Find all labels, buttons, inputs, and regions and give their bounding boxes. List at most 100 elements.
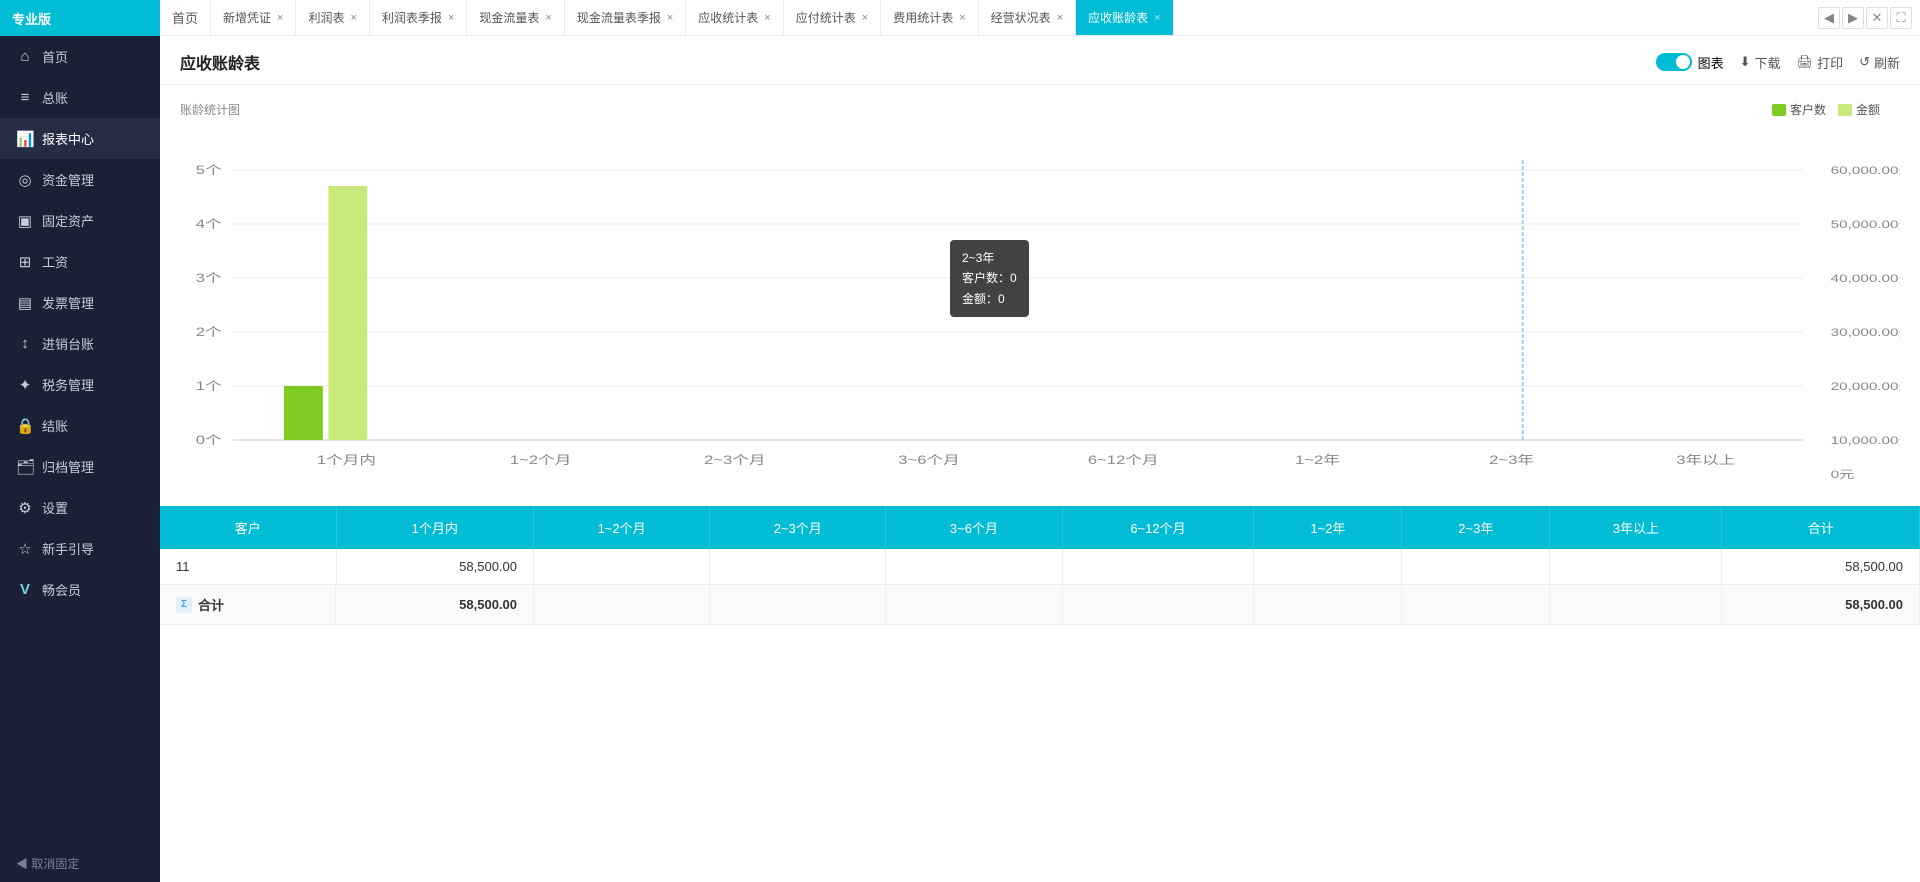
legend-customers-label: 客户数: [1790, 101, 1826, 118]
tab-next-button[interactable]: ▶: [1842, 7, 1864, 29]
tab-close-icon[interactable]: ×: [350, 12, 356, 24]
sidebar-item-salary[interactable]: ⊞ 工资: [0, 241, 160, 282]
inventory-icon: ↕: [16, 335, 34, 352]
svg-text:1个月内: 1个月内: [317, 453, 376, 467]
svg-text:0元: 0元: [1831, 468, 1855, 480]
reports-icon: 📊: [16, 130, 34, 148]
sidebar-item-reports[interactable]: 📊 报表中心: [0, 118, 160, 159]
svg-text:60,000.00元: 60,000.00元: [1831, 164, 1900, 176]
cell-3-6m: [886, 549, 1062, 585]
tab-close-icon[interactable]: ×: [862, 12, 868, 24]
total-row: Σ 合计 58,500.00 58,500.00: [160, 585, 1920, 625]
svg-text:3个: 3个: [196, 271, 222, 285]
svg-text:1~2个月: 1~2个月: [510, 453, 571, 467]
sidebar-item-invoice[interactable]: ▤ 发票管理: [0, 282, 160, 323]
tab-close-icon[interactable]: ×: [545, 12, 551, 24]
refresh-label: 刷新: [1874, 53, 1900, 72]
chart-toggle[interactable]: 图表: [1656, 53, 1724, 72]
legend-customers-dot: [1772, 104, 1786, 116]
sidebar-item-label: 归档管理: [42, 457, 94, 476]
total-1m: 58,500.00: [336, 585, 533, 625]
tab-close-icon[interactable]: ×: [764, 12, 770, 24]
tab-close-all-button[interactable]: ✕: [1866, 7, 1888, 29]
svg-text:1~2年: 1~2年: [1295, 453, 1340, 467]
sidebar-item-inventory[interactable]: ↕ 进销台账: [0, 323, 160, 364]
cell-2-3y: [1402, 549, 1550, 585]
guide-icon: ☆: [16, 540, 34, 558]
sidebar-item-label: 设置: [42, 498, 68, 517]
sidebar-item-tax[interactable]: ✦ 税务管理: [0, 364, 160, 405]
sidebar-item-label: 税务管理: [42, 375, 94, 394]
tab-ar-stats[interactable]: 应收统计表 ×: [686, 0, 783, 35]
svg-text:30,000.00元: 30,000.00元: [1831, 326, 1900, 338]
tab-expense-stats[interactable]: 费用统计表 ×: [881, 0, 978, 35]
tab-prev-button[interactable]: ◀: [1818, 7, 1840, 29]
sidebar-item-vip[interactable]: V 畅会员: [0, 569, 160, 610]
print-button[interactable]: 🖨 打印: [1797, 53, 1844, 72]
tab-close-icon[interactable]: ×: [277, 12, 283, 24]
tab-close-icon[interactable]: ×: [1057, 12, 1063, 24]
content-area: 应收账龄表 图表 ⬇ 下载 🖨 打印 ↺ 刷新: [160, 36, 1920, 882]
tab-cashflow[interactable]: 现金流量表 ×: [467, 0, 564, 35]
svg-text:3年以上: 3年以上: [1676, 453, 1735, 467]
col-header-1-2y: 1~2年: [1254, 506, 1402, 549]
sidebar-item-home[interactable]: ⌂ 首页: [0, 36, 160, 77]
tab-ap-stats[interactable]: 应付统计表 ×: [784, 0, 881, 35]
legend-amount: 金额: [1838, 101, 1880, 118]
tab-ar-aging[interactable]: 应收账龄表 ×: [1076, 0, 1173, 35]
col-header-total: 合计: [1722, 506, 1920, 549]
tab-close-icon[interactable]: ×: [959, 12, 965, 24]
sidebar: 专业版 ⌂ 首页 ≡ 总账 📊 报表中心 ◎ 资金管理 ▣ 固定资产 ⊞ 工资 …: [0, 0, 160, 882]
legend-amount-label: 金额: [1856, 101, 1880, 118]
tab-fullscreen-button[interactable]: ⛶: [1890, 7, 1912, 29]
total-6-12m: [1062, 585, 1254, 625]
sidebar-item-funds[interactable]: ◎ 资金管理: [0, 159, 160, 200]
sidebar-item-archive[interactable]: 🗂 归档管理: [0, 446, 160, 487]
invoice-icon: ▤: [16, 294, 34, 312]
total-2-3m: [710, 585, 886, 625]
sidebar-item-settings[interactable]: ⚙ 设置: [0, 487, 160, 528]
tab-cashflow-quarterly[interactable]: 现金流量表季报 ×: [565, 0, 686, 35]
legend-amount-dot: [1838, 104, 1852, 116]
tab-business-status[interactable]: 经营状况表 ×: [979, 0, 1076, 35]
sidebar-item-label: 资金管理: [42, 170, 94, 189]
total-icon: Σ: [176, 597, 192, 613]
tab-home[interactable]: 首页: [160, 0, 211, 35]
svg-text:0个: 0个: [196, 433, 222, 447]
sidebar-item-label: 结账: [42, 416, 68, 435]
col-header-1-2m: 1~2个月: [534, 506, 710, 549]
sidebar-logo: 专业版: [0, 0, 160, 36]
tab-profit[interactable]: 利润表 ×: [296, 0, 369, 35]
refresh-button[interactable]: ↺ 刷新: [1859, 53, 1900, 72]
download-button[interactable]: ⬇ 下载: [1740, 53, 1781, 72]
ledger-icon: ≡: [16, 89, 34, 106]
archive-icon: 🗂: [16, 458, 34, 476]
print-icon: 🖨: [1797, 54, 1814, 70]
tab-bar: 首页 新增凭证 × 利润表 × 利润表季报 × 现金流量表 × 现金流量表季报 …: [160, 0, 1920, 36]
sidebar-item-assets[interactable]: ▣ 固定资产: [0, 200, 160, 241]
col-header-6-12m: 6~12个月: [1062, 506, 1254, 549]
page-actions: 图表 ⬇ 下载 🖨 打印 ↺ 刷新: [1656, 53, 1900, 72]
toggle-track[interactable]: [1656, 53, 1692, 71]
total-1-2y: [1254, 585, 1402, 625]
tab-profit-quarterly[interactable]: 利润表季报 ×: [370, 0, 467, 35]
sidebar-pin-toggle[interactable]: ◀ 取消固定: [0, 845, 160, 882]
bar-0-customers: [284, 386, 323, 440]
tab-close-icon[interactable]: ×: [667, 12, 673, 24]
tab-voucher[interactable]: 新增凭证 ×: [211, 0, 296, 35]
sidebar-item-guide[interactable]: ☆ 新手引导: [0, 528, 160, 569]
assets-icon: ▣: [16, 212, 34, 230]
sidebar-item-label: 固定资产: [42, 211, 94, 230]
tab-close-icon[interactable]: ×: [448, 12, 454, 24]
sidebar-item-ledger[interactable]: ≡ 总账: [0, 77, 160, 118]
tab-label: 费用统计表: [893, 9, 953, 26]
print-label: 打印: [1817, 53, 1843, 72]
sidebar-item-closing[interactable]: 🔒 结账: [0, 405, 160, 446]
tab-close-icon[interactable]: ×: [1154, 12, 1160, 24]
chart-title: 账龄统计图: [180, 101, 1900, 118]
bar-0-amount: [328, 186, 367, 440]
table-section: 客户 1个月内 1~2个月 2~3个月 3~6个月 6~12个月 1~2年 2~…: [160, 506, 1920, 645]
total-3y-plus: [1550, 585, 1722, 625]
sidebar-item-label: 报表中心: [42, 129, 94, 148]
total-label: 合计: [198, 595, 224, 614]
